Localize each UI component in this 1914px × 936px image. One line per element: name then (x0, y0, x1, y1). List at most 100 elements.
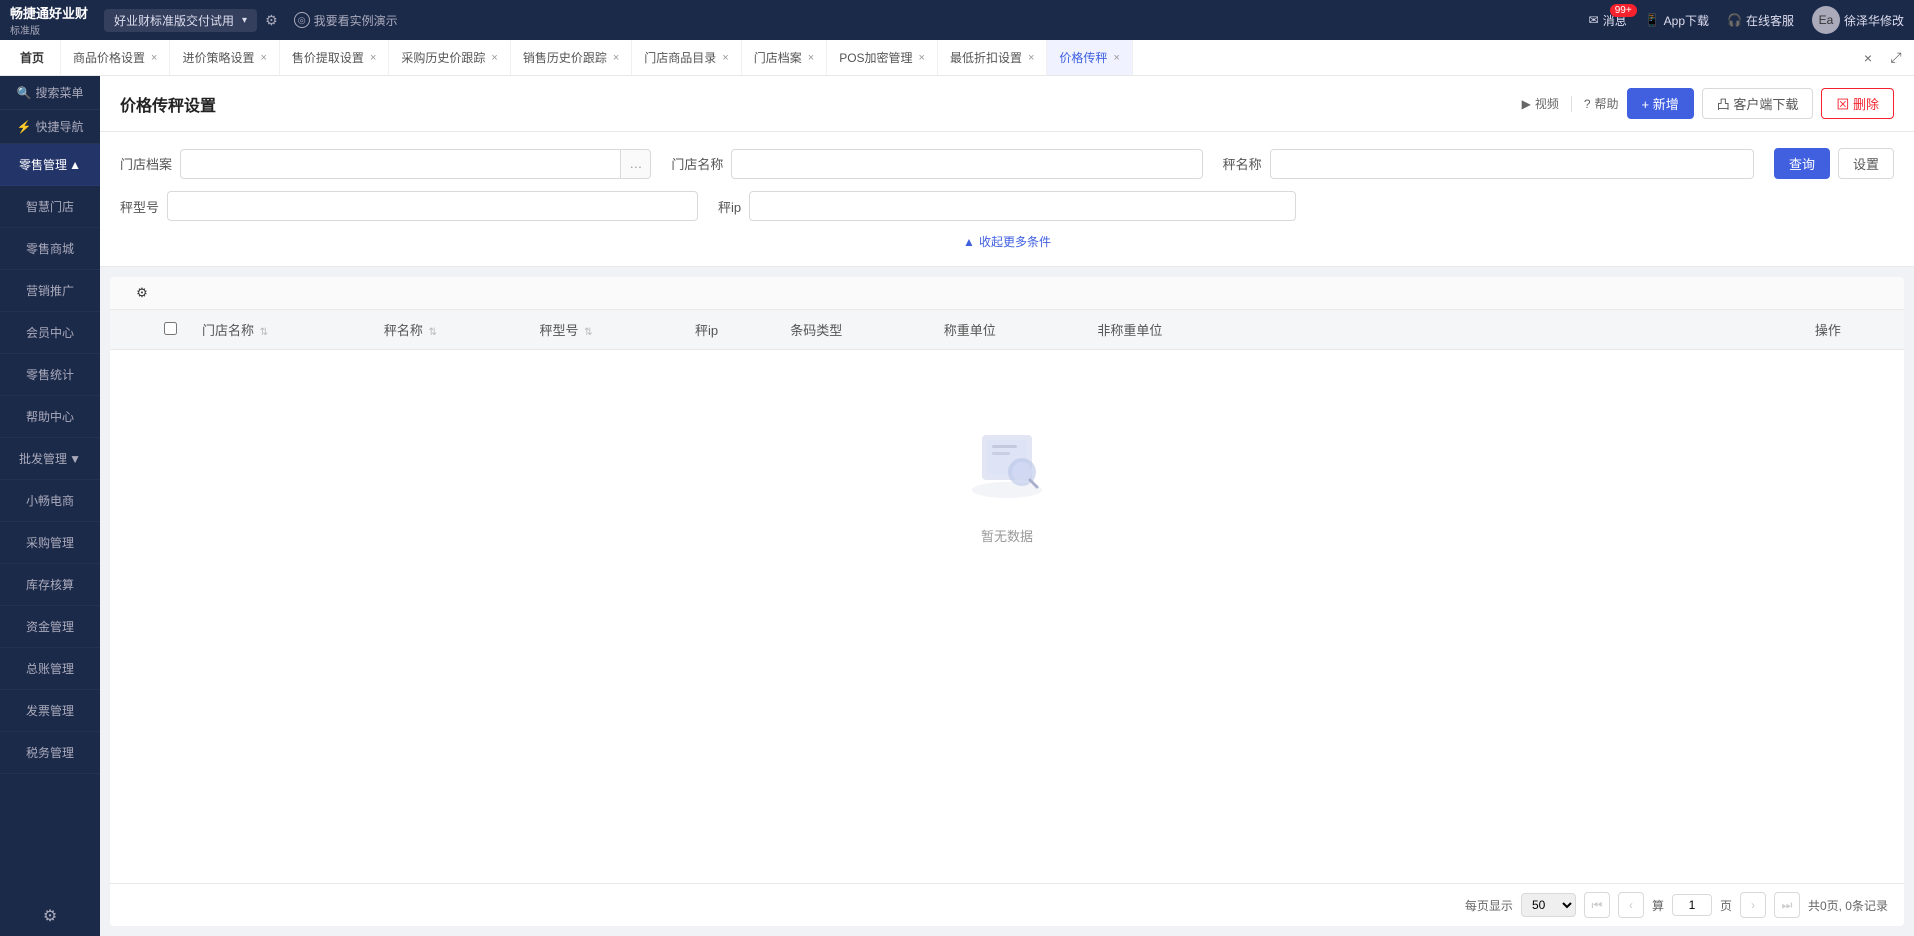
user-name-label: 徐泽华修改 (1844, 12, 1904, 29)
sidebar-search[interactable]: 🔍 搜索菜单 (0, 76, 100, 110)
app-download-button[interactable]: 📱 App下载 (1645, 12, 1709, 29)
tab-close-icon[interactable]: × (1113, 52, 1119, 64)
sidebar-item-retail-mall[interactable]: 零售商城 (0, 228, 100, 270)
last-page-button[interactable]: ⏭ (1774, 892, 1800, 918)
per-page-select[interactable]: 50 10 20 100 (1521, 893, 1576, 917)
tab-close-icon[interactable]: × (808, 52, 814, 64)
scale-model-input[interactable] (167, 191, 698, 221)
tab-sale-price[interactable]: 售价提取设置 × (280, 40, 389, 76)
message-icon: ✉ (1589, 13, 1599, 27)
select-all-checkbox[interactable] (164, 322, 177, 335)
sidebar: 🔍 搜索菜单 ⚡ 快捷导航 零售管理 ▲ 智慧门店 零售商城 营销推广 会员中心… (0, 76, 100, 936)
tab-expand-icon[interactable]: ⤢ (1882, 44, 1910, 72)
main-layout: 🔍 搜索菜单 ⚡ 快捷导航 零售管理 ▲ 智慧门店 零售商城 营销推广 会员中心… (0, 76, 1914, 936)
sidebar-item-retail-stats[interactable]: 零售统计 (0, 354, 100, 396)
search-button[interactable]: 查询 (1774, 148, 1830, 179)
delete-button[interactable]: ⊠ 删除 (1821, 88, 1894, 119)
sidebar-item-batch-management[interactable]: 批发管理 ▼ (0, 438, 100, 480)
tab-price-scale[interactable]: 价格传秤 × (1047, 40, 1132, 76)
settings-icon[interactable]: ⚙ (265, 12, 278, 29)
sidebar-item-purchase-management[interactable]: 采购管理 (0, 522, 100, 564)
tab-purchase-history[interactable]: 采购历史价跟踪 × (389, 40, 510, 76)
collapse-button[interactable]: ▲ 收起更多条件 (963, 233, 1051, 250)
tab-product-price[interactable]: 商品价格设置 × (61, 40, 170, 76)
tab-purchase-strategy[interactable]: 进价策略设置 × (170, 40, 279, 76)
table-settings-icon[interactable]: ⚙ (122, 285, 162, 301)
tab-close-icon[interactable]: × (491, 52, 497, 64)
scale-name-input[interactable] (1270, 149, 1754, 179)
page-input[interactable] (1672, 894, 1712, 916)
tab-pos-management[interactable]: POS加密管理 × (827, 40, 938, 76)
scale-ip-item: 秤ip (718, 191, 1296, 221)
sidebar-item-retail-management[interactable]: 零售管理 ▲ (0, 144, 100, 186)
set-button[interactable]: 设置 (1838, 148, 1894, 179)
next-page-button[interactable]: › (1740, 892, 1766, 918)
sidebar-item-help-center[interactable]: 帮助中心 (0, 396, 100, 438)
demo-link[interactable]: ◎ 我要看实例演示 (294, 12, 398, 29)
tab-bar-end: × ⤢ (1854, 44, 1910, 72)
scale-ip-input[interactable] (749, 191, 1296, 221)
tab-close-icon[interactable]: × (722, 52, 728, 64)
help-link[interactable]: ? 帮助 (1584, 95, 1619, 112)
tab-store-catalog[interactable]: 门店商品目录 × (632, 40, 741, 76)
scale-model-label: 秤型号 (120, 197, 159, 216)
sidebar-quick-nav[interactable]: ⚡ 快捷导航 (0, 110, 100, 144)
tab-close-icon[interactable]: × (151, 52, 157, 64)
sidebar-item-finance[interactable]: 资金管理 (0, 606, 100, 648)
tab-sales-history[interactable]: 销售历史价跟踪 × (511, 40, 632, 76)
chevron-up-icon: ▲ (963, 235, 975, 249)
th-barcode-type: 条码类型 (778, 310, 932, 350)
tab-close-icon[interactable]: × (1028, 52, 1034, 64)
empty-text: 暂无数据 (981, 526, 1033, 545)
video-link[interactable]: ▶ 视频 (1522, 95, 1559, 112)
store-name-label: 门店名称 (671, 154, 723, 173)
sidebar-item-small-ecommerce[interactable]: 小畅电商 (0, 480, 100, 522)
message-button[interactable]: ✉ 消息 99+ (1589, 12, 1627, 29)
sidebar-gear-icon[interactable]: ⚙ (43, 906, 57, 926)
sidebar-item-invoice[interactable]: 发票管理 (0, 690, 100, 732)
store-file-input[interactable] (180, 149, 620, 179)
data-table: 门店名称 ⇅ 秤名称 ⇅ 秤型号 ⇅ 秤ip (110, 310, 1904, 350)
sidebar-item-general-ledger[interactable]: 总账管理 (0, 648, 100, 690)
search-form: 门店档案 … 门店名称 秤名称 查询 设置 (100, 132, 1914, 267)
tab-home[interactable]: 首页 (4, 40, 61, 76)
tab-close-icon[interactable]: × (260, 52, 266, 64)
first-page-button[interactable]: ⏮ (1584, 892, 1610, 918)
collapse-row: ▲ 收起更多条件 (120, 233, 1894, 250)
th-scale-name[interactable]: 秤名称 ⇅ (372, 310, 528, 350)
sort-icon: ⇅ (584, 327, 592, 338)
sidebar-item-member-center[interactable]: 会员中心 (0, 312, 100, 354)
sidebar-item-label: 零售商城 (26, 240, 74, 257)
table-header-row: 门店名称 ⇅ 秤名称 ⇅ 秤型号 ⇅ 秤ip (110, 310, 1904, 350)
download-button[interactable]: 凸 客户端下载 (1702, 88, 1814, 119)
th-scale-model[interactable]: 秤型号 ⇅ (527, 310, 683, 350)
sidebar-search-label: 搜索菜单 (35, 84, 83, 101)
version-dropdown[interactable]: 好业财标准版交付试用 ▾ (104, 9, 257, 32)
tab-close-icon[interactable]: × (370, 52, 376, 64)
tab-store-file[interactable]: 门店档案 × (742, 40, 827, 76)
tab-min-discount[interactable]: 最低折扣设置 × (938, 40, 1047, 76)
sidebar-item-label: 智慧门店 (26, 198, 74, 215)
sidebar-item-label: 采购管理 (26, 534, 74, 551)
sidebar-item-smart-store[interactable]: 智慧门店 (0, 186, 100, 228)
tab-close-all-button[interactable]: × (1854, 44, 1882, 72)
empty-illustration (957, 410, 1057, 510)
store-name-input[interactable] (731, 149, 1202, 179)
online-service-button[interactable]: 🎧 在线客服 (1727, 12, 1794, 29)
video-icon: ▶ (1522, 97, 1531, 111)
app-download-label: App下载 (1664, 12, 1709, 29)
sidebar-quick-nav-label: 快捷导航 (35, 118, 83, 135)
prev-page-button[interactable]: ‹ (1618, 892, 1644, 918)
tab-close-icon[interactable]: × (613, 52, 619, 64)
sidebar-item-label: 税务管理 (26, 744, 74, 761)
store-file-ellipsis-button[interactable]: … (620, 149, 651, 179)
tab-close-icon[interactable]: × (919, 52, 925, 64)
demo-icon: ◎ (294, 12, 310, 28)
sidebar-item-inventory[interactable]: 库存核算 (0, 564, 100, 606)
sidebar-item-tax[interactable]: 税务管理 (0, 732, 100, 774)
add-button[interactable]: + 新增 (1627, 88, 1694, 119)
sidebar-item-marketing[interactable]: 营销推广 (0, 270, 100, 312)
th-store-name[interactable]: 门店名称 ⇅ (190, 310, 372, 350)
sidebar-item-label: 营销推广 (26, 282, 74, 299)
user-avatar[interactable]: Ea 徐泽华修改 (1812, 6, 1904, 34)
